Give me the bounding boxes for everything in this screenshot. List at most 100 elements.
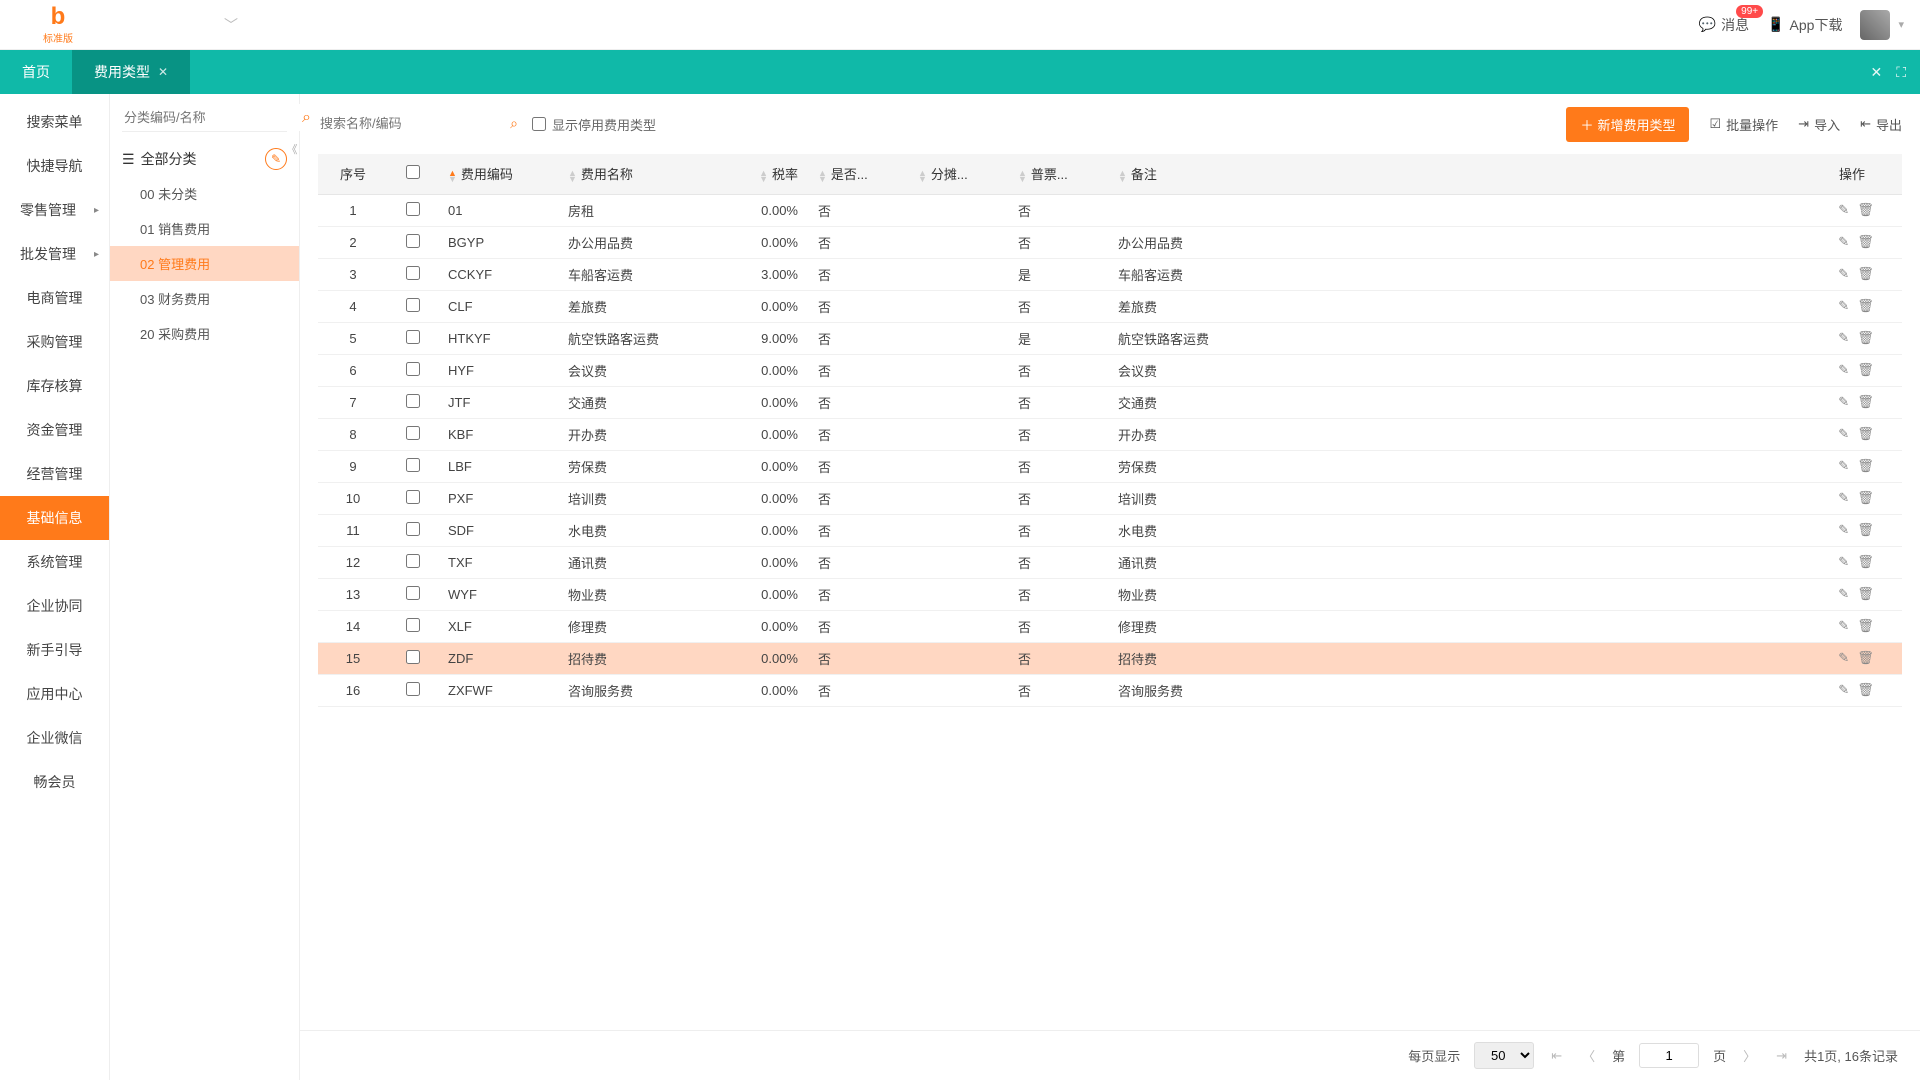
edit-row-button[interactable]: ✎	[1838, 586, 1849, 601]
tab-expense-type[interactable]: 费用类型 ✕	[72, 50, 190, 94]
messages-button[interactable]: 💬 消息 99+	[1699, 15, 1749, 35]
row-checkbox[interactable]	[406, 330, 420, 344]
delete-row-button[interactable]: 🗑	[1857, 202, 1874, 217]
sidebar-item[interactable]: 快捷导航	[0, 144, 109, 188]
user-menu[interactable]: ▾	[1860, 10, 1904, 40]
close-all-button[interactable]: ✕	[1870, 64, 1882, 81]
table-row[interactable]: 11SDF水电费0.00%否否水电费✎🗑	[318, 514, 1902, 546]
show-disabled-toggle[interactable]: 显示停用费用类型	[532, 115, 656, 134]
delete-row-button[interactable]: 🗑	[1857, 426, 1874, 441]
delete-row-button[interactable]: 🗑	[1857, 618, 1874, 633]
tab-home[interactable]: 首页	[0, 50, 72, 94]
row-checkbox[interactable]	[406, 266, 420, 280]
sidebar-item[interactable]: 零售管理▸	[0, 188, 109, 232]
edit-row-button[interactable]: ✎	[1838, 266, 1849, 281]
sidebar-item[interactable]: 搜索菜单	[0, 100, 109, 144]
col-rate[interactable]: ▲▼税率	[718, 154, 808, 194]
table-search-input[interactable]	[318, 110, 510, 137]
sidebar-item[interactable]: 经营管理	[0, 452, 109, 496]
col-voucher[interactable]: ▲▼普票...	[1008, 154, 1108, 194]
sidebar-item[interactable]: 基础信息	[0, 496, 109, 540]
delete-row-button[interactable]: 🗑	[1857, 554, 1874, 569]
sidebar-item[interactable]: 应用中心	[0, 672, 109, 716]
sidebar-item[interactable]: 电商管理	[0, 276, 109, 320]
table-row[interactable]: 5HTKYF航空铁路客运费9.00%否是航空铁路客运费✎🗑	[318, 322, 1902, 354]
table-row[interactable]: 101房租0.00%否否✎🗑	[318, 194, 1902, 226]
edit-row-button[interactable]: ✎	[1838, 234, 1849, 249]
add-expense-type-button[interactable]: ＋ 新增费用类型	[1566, 107, 1689, 142]
row-checkbox[interactable]	[406, 426, 420, 440]
category-item[interactable]: 01 销售费用	[110, 211, 299, 246]
edit-row-button[interactable]: ✎	[1838, 202, 1849, 217]
category-all[interactable]: ☰ 全部分类 ✎	[110, 142, 299, 176]
col-remark[interactable]: ▲▼备注	[1108, 154, 1802, 194]
col-name[interactable]: ▲▼费用名称	[558, 154, 718, 194]
delete-row-button[interactable]: 🗑	[1857, 458, 1874, 473]
col-code[interactable]: ▲▼费用编码	[438, 154, 558, 194]
edit-row-button[interactable]: ✎	[1838, 490, 1849, 505]
delete-row-button[interactable]: 🗑	[1857, 234, 1874, 249]
sidebar-item[interactable]: 系统管理	[0, 540, 109, 584]
delete-row-button[interactable]: 🗑	[1857, 650, 1874, 665]
edit-row-button[interactable]: ✎	[1838, 394, 1849, 409]
sidebar-item[interactable]: 资金管理	[0, 408, 109, 452]
category-item[interactable]: 03 财务费用	[110, 281, 299, 316]
row-checkbox[interactable]	[406, 458, 420, 472]
delete-row-button[interactable]: 🗑	[1857, 394, 1874, 409]
table-row[interactable]: 16ZXFWF咨询服务费0.00%否否咨询服务费✎🗑	[318, 674, 1902, 706]
fullscreen-button[interactable]: ⛶	[1896, 64, 1906, 81]
edit-row-button[interactable]: ✎	[1838, 650, 1849, 665]
row-checkbox[interactable]	[406, 586, 420, 600]
sidebar-item[interactable]: 库存核算	[0, 364, 109, 408]
sidebar-item[interactable]: 采购管理	[0, 320, 109, 364]
delete-row-button[interactable]: 🗑	[1857, 298, 1874, 313]
col-alloc[interactable]: ▲▼分摊...	[908, 154, 1008, 194]
row-checkbox[interactable]	[406, 362, 420, 376]
page-last-button[interactable]: ⇥	[1773, 1048, 1790, 1064]
select-all-checkbox[interactable]	[406, 165, 420, 179]
search-icon[interactable]: ⌕	[302, 109, 311, 127]
row-checkbox[interactable]	[406, 650, 420, 664]
company-selector[interactable]: ﹀	[108, 15, 268, 35]
table-row[interactable]: 12TXF通讯费0.00%否否通讯费✎🗑	[318, 546, 1902, 578]
export-button[interactable]: ⇤ 导出	[1860, 115, 1902, 134]
edit-row-button[interactable]: ✎	[1838, 330, 1849, 345]
edit-row-button[interactable]: ✎	[1838, 426, 1849, 441]
page-next-button[interactable]: 〉	[1740, 1046, 1759, 1065]
table-row[interactable]: 3CCKYF车船客运费3.00%否是车船客运费✎🗑	[318, 258, 1902, 290]
row-checkbox[interactable]	[406, 234, 420, 248]
delete-row-button[interactable]: 🗑	[1857, 586, 1874, 601]
sidebar-item[interactable]: 畅会员	[0, 760, 109, 804]
search-icon[interactable]: ⌕	[510, 115, 518, 132]
page-number-input[interactable]	[1639, 1043, 1699, 1068]
edit-row-button[interactable]: ✎	[1838, 618, 1849, 633]
table-row[interactable]: 4CLF差旅费0.00%否否差旅费✎🗑	[318, 290, 1902, 322]
category-item[interactable]: 00 未分类	[110, 176, 299, 211]
delete-row-button[interactable]: 🗑	[1857, 490, 1874, 505]
page-first-button[interactable]: ⇤	[1548, 1048, 1565, 1064]
delete-row-button[interactable]: 🗑	[1857, 522, 1874, 537]
table-row[interactable]: 8KBF开办费0.00%否否开办费✎🗑	[318, 418, 1902, 450]
row-checkbox[interactable]	[406, 522, 420, 536]
close-icon[interactable]: ✕	[158, 65, 168, 79]
edit-row-button[interactable]: ✎	[1838, 682, 1849, 697]
collapse-panel-button[interactable]: 《	[284, 136, 300, 162]
table-row[interactable]: 10PXF培训费0.00%否否培训费✎🗑	[318, 482, 1902, 514]
app-download-button[interactable]: 📱 App下载	[1767, 15, 1842, 35]
import-button[interactable]: ⇥ 导入	[1798, 115, 1840, 134]
table-row[interactable]: 7JTF交通费0.00%否否交通费✎🗑	[318, 386, 1902, 418]
delete-row-button[interactable]: 🗑	[1857, 266, 1874, 281]
edit-row-button[interactable]: ✎	[1838, 522, 1849, 537]
sidebar-item[interactable]: 企业协同	[0, 584, 109, 628]
page-prev-button[interactable]: 〈	[1579, 1046, 1598, 1065]
per-page-select[interactable]: 50	[1474, 1042, 1534, 1069]
row-checkbox[interactable]	[406, 490, 420, 504]
category-item[interactable]: 02 管理费用	[110, 246, 299, 281]
edit-row-button[interactable]: ✎	[1838, 554, 1849, 569]
table-row[interactable]: 6HYF会议费0.00%否否会议费✎🗑	[318, 354, 1902, 386]
delete-row-button[interactable]: 🗑	[1857, 362, 1874, 377]
table-row[interactable]: 14XLF修理费0.00%否否修理费✎🗑	[318, 610, 1902, 642]
sidebar-item[interactable]: 批发管理▸	[0, 232, 109, 276]
edit-row-button[interactable]: ✎	[1838, 458, 1849, 473]
sidebar-item[interactable]: 新手引导	[0, 628, 109, 672]
